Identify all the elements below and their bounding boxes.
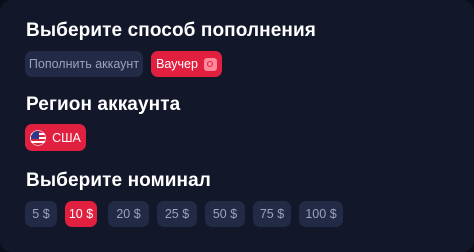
denomination-50-button[interactable]: 50 $ (205, 201, 245, 227)
denomination-5-button[interactable]: 5 $ (25, 201, 57, 227)
denomination-100-button[interactable]: 100 $ (299, 201, 343, 227)
replenish-account-label: Пополнить аккаунт (28, 57, 140, 71)
denomination-label: 50 $ (212, 207, 238, 221)
denomination-25-button[interactable]: 25 $ (157, 201, 197, 227)
denomination-10-button[interactable]: 10 $ (65, 201, 97, 227)
nominal-section-title: Выберите номинал (26, 170, 211, 191)
topup-card: Выберите способ пополнения Пополнить акк… (0, 0, 474, 252)
region-section-title: Регион аккаунта (26, 94, 181, 115)
us-flag-icon (30, 129, 47, 146)
denomination-label: 5 $ (32, 207, 50, 221)
voucher-icon (203, 57, 217, 71)
voucher-label: Ваучер (156, 57, 198, 71)
region-label: США (52, 130, 81, 145)
denomination-20-button[interactable]: 20 $ (108, 201, 149, 227)
denomination-label: 25 $ (164, 207, 190, 221)
voucher-button[interactable]: Ваучер (151, 51, 222, 77)
denomination-label: 10 $ (68, 207, 94, 221)
region-usa-button[interactable]: США (25, 124, 86, 151)
denomination-label: 75 $ (259, 207, 285, 221)
denomination-label: 20 $ (116, 207, 141, 221)
denomination-75-button[interactable]: 75 $ (253, 201, 291, 227)
replenish-account-button[interactable]: Пополнить аккаунт (25, 51, 143, 77)
denomination-label: 100 $ (305, 207, 337, 221)
method-section-title: Выберите способ пополнения (26, 20, 316, 41)
